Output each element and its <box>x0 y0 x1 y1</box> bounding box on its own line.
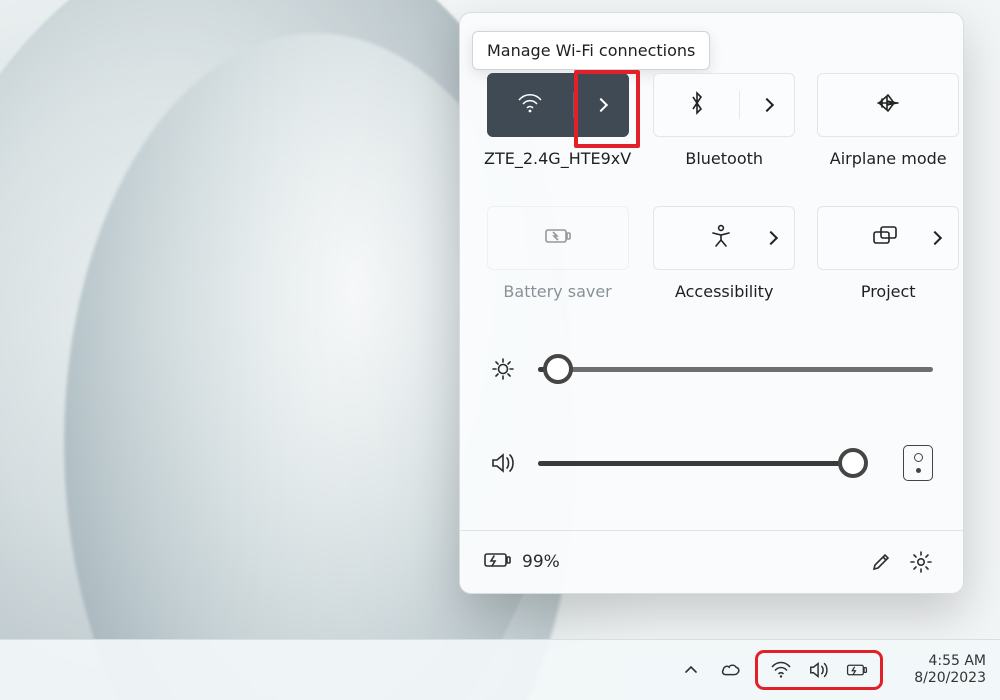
bluetooth-manage-arrow-button[interactable] <box>740 100 794 110</box>
wifi-icon <box>517 92 543 118</box>
airplane-label: Airplane mode <box>830 149 947 168</box>
tile-airplane: Airplane mode <box>817 73 959 168</box>
volume-icon <box>808 659 830 681</box>
tooltip-text: Manage Wi-Fi connections <box>487 41 695 60</box>
bluetooth-icon <box>689 91 705 119</box>
volume-icon <box>490 450 516 476</box>
tile-wifi: ZTE_2.4G_HTE9xV <box>484 73 631 168</box>
project-icon <box>872 225 898 251</box>
accessibility-button[interactable] <box>653 206 795 270</box>
chevron-right-icon <box>594 98 608 112</box>
brightness-thumb[interactable] <box>543 354 573 384</box>
taskbar-clock[interactable]: 4:55 AM 8/20/2023 <box>914 653 986 688</box>
wifi-icon <box>770 659 792 681</box>
volume-row <box>490 443 933 483</box>
chevron-right-icon <box>760 98 774 112</box>
volume-thumb[interactable] <box>838 448 868 478</box>
battery-charging-icon <box>482 550 512 575</box>
wifi-toggle-main[interactable] <box>488 92 574 118</box>
tile-accessibility: Accessibility <box>653 206 795 301</box>
brightness-icon <box>490 356 516 382</box>
quick-settings-footer: 99% <box>460 530 963 593</box>
brightness-row <box>490 349 933 389</box>
tray-overflow-button[interactable] <box>680 659 702 681</box>
network-volume-battery-button[interactable] <box>760 655 878 685</box>
airplane-icon <box>875 91 901 119</box>
bluetooth-label: Bluetooth <box>685 149 763 168</box>
chevron-right-icon <box>928 231 942 245</box>
tile-project: Project <box>817 206 959 301</box>
project-button[interactable] <box>817 206 959 270</box>
settings-button[interactable] <box>901 542 941 582</box>
audio-output-button[interactable] <box>903 445 933 481</box>
tooltip-manage-wifi: Manage Wi-Fi connections <box>472 31 710 70</box>
brightness-slider[interactable] <box>538 367 933 372</box>
accessibility-label: Accessibility <box>675 282 773 301</box>
battery-status[interactable]: 99% <box>482 550 560 575</box>
clock-date: 8/20/2023 <box>914 670 986 688</box>
chevron-right-icon <box>764 231 778 245</box>
battery-saver-toggle-button <box>487 206 629 270</box>
battery-saver-label: Battery saver <box>503 282 611 301</box>
battery-percent-text: 99% <box>522 552 560 572</box>
battery-charging-icon <box>846 659 868 681</box>
accessibility-icon <box>710 224 732 252</box>
tile-battery-saver: Battery saver <box>484 206 631 301</box>
bluetooth-toggle-button[interactable] <box>653 73 795 137</box>
volume-slider[interactable] <box>538 461 863 466</box>
tile-bluetooth: Bluetooth <box>653 73 795 168</box>
wifi-manage-arrow-button[interactable] <box>574 100 628 110</box>
battery-saver-icon <box>543 226 573 250</box>
system-tray: 4:55 AM 8/20/2023 <box>680 653 986 688</box>
clock-time: 4:55 AM <box>928 653 986 671</box>
sliders-area <box>460 301 963 483</box>
project-label: Project <box>861 282 916 301</box>
wifi-label: ZTE_2.4G_HTE9xV <box>484 149 631 168</box>
volume-fill <box>538 461 853 466</box>
taskbar: 4:55 AM 8/20/2023 <box>0 639 1000 700</box>
quick-settings-flyout: Manage Wi-Fi connections ZTE_2.4G_HTE9xV <box>459 12 964 594</box>
onedrive-tray-icon[interactable] <box>720 659 742 681</box>
bluetooth-toggle-main[interactable] <box>654 91 740 119</box>
speaker-dot-icon <box>914 453 923 462</box>
edit-quick-settings-button[interactable] <box>861 542 901 582</box>
wifi-toggle-button[interactable] <box>487 73 629 137</box>
airplane-mode-toggle-button[interactable] <box>817 73 959 137</box>
speaker-dot-icon <box>916 468 921 473</box>
